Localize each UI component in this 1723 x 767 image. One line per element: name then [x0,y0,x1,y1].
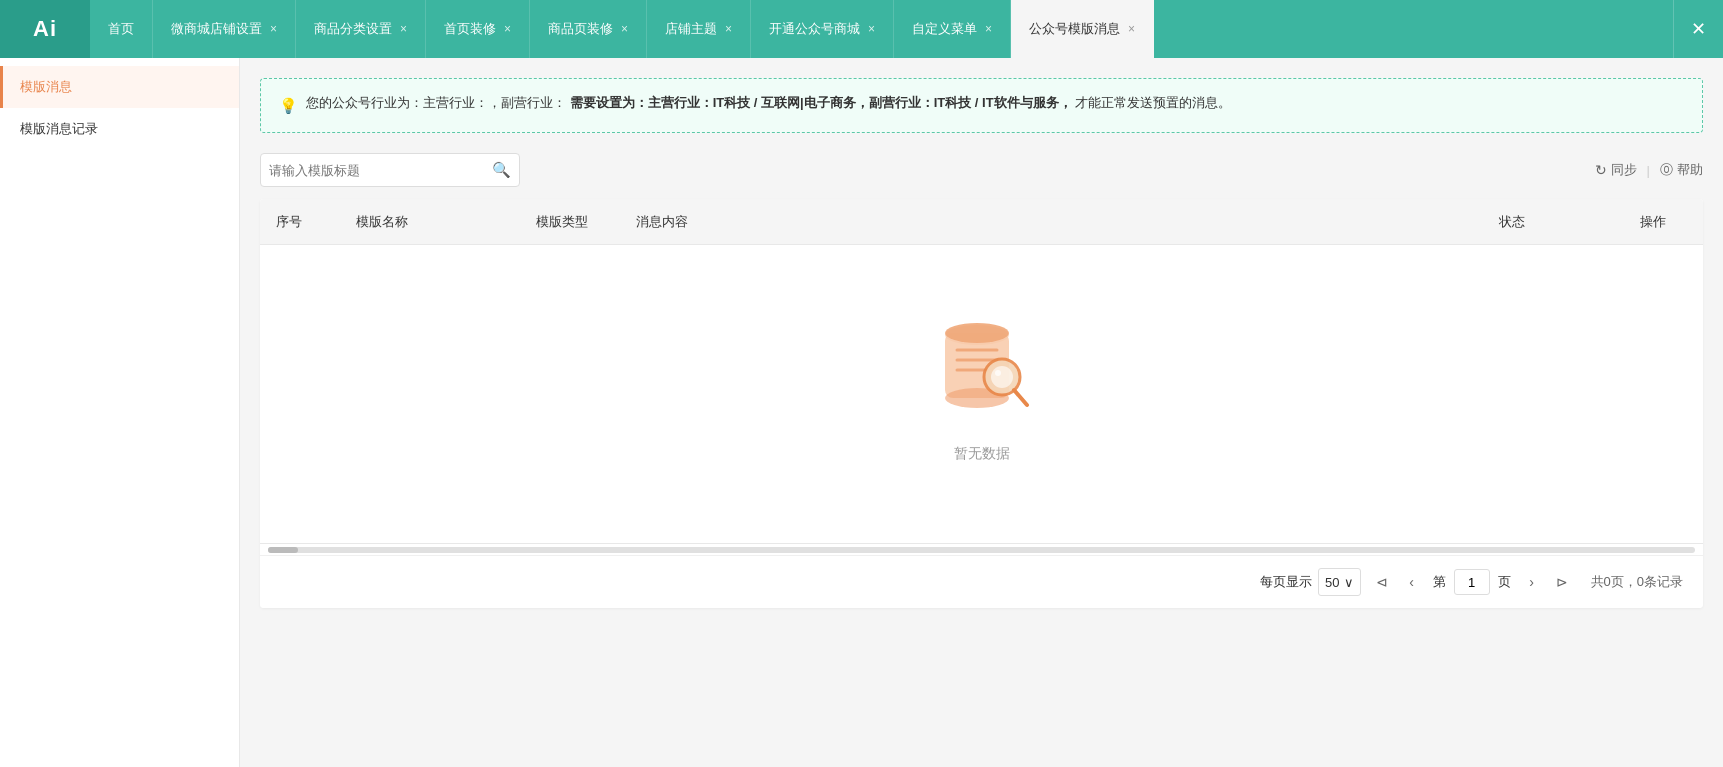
chevron-down-icon: ∨ [1344,575,1354,590]
sync-icon: ↻ [1595,162,1607,178]
close-tab-open-wechat[interactable]: × [868,23,875,35]
tab-product-decoration[interactable]: 商品页装修 × [530,0,647,58]
svg-point-10 [995,370,1001,376]
scrollbar-thumb[interactable] [268,547,298,553]
tab-template-message[interactable]: 公众号模版消息 × [1011,0,1154,58]
close-tab-product-decoration[interactable]: × [621,23,628,35]
table-header: 序号 模版名称 模版类型 消息内容 状态 操作 [260,199,1703,245]
page-total: 共0页，0条记录 [1591,573,1683,591]
help-button[interactable]: ⓪ 帮助 [1660,161,1703,179]
pagination: 每页显示 50 ∨ ⊲ ‹ 第 页 › ⊳ 共0页，0条记录 [260,555,1703,608]
question-icon: ⓪ [1660,161,1673,179]
close-tab-shop-settings[interactable]: × [270,23,277,35]
search-toolbar: 🔍 ↻ 同步 | ⓪ 帮助 [260,153,1703,187]
col-header-action: 操作 [1603,213,1703,231]
tab-open-wechat[interactable]: 开通公众号商城 × [751,0,894,58]
tab-custom-menu[interactable]: 自定义菜单 × [894,0,1011,58]
col-header-status: 状态 [1483,213,1603,231]
close-tab-store-theme[interactable]: × [725,23,732,35]
sidebar-item-template-msg[interactable]: 模版消息 [0,66,239,108]
top-nav: Ai 首页 微商城店铺设置 × 商品分类设置 × 首页装修 × 商品页装修 × … [0,0,1723,58]
tab-store-theme[interactable]: 店铺主题 × [647,0,751,58]
tab-category-settings[interactable]: 商品分类设置 × [296,0,426,58]
empty-state: 暂无数据 [260,245,1703,543]
lightbulb-icon: 💡 [279,94,298,118]
col-header-name: 模版名称 [340,213,520,231]
industry-alert: 💡 您的公众号行业为：主营行业：，副营行业： 需要设置为：主营行业：IT科技 /… [260,78,1703,133]
scrollbar-track[interactable] [268,547,1695,553]
tab-home-decoration[interactable]: 首页装修 × [426,0,530,58]
horizontal-scrollbar[interactable] [260,543,1703,555]
sidebar-item-template-msg-record[interactable]: 模版消息记录 [0,108,239,150]
col-header-no: 序号 [260,213,340,231]
sync-button[interactable]: ↻ 同步 [1595,161,1637,179]
page-size-select: 每页显示 50 ∨ [1260,568,1360,596]
alert-text: 您的公众号行业为：主营行业：，副营行业： 需要设置为：主营行业：IT科技 / 互… [306,93,1231,114]
nav-tabs: 首页 微商城店铺设置 × 商品分类设置 × 首页装修 × 商品页装修 × 店铺主… [90,0,1673,58]
template-table: 序号 模版名称 模版类型 消息内容 状态 操作 [260,199,1703,608]
col-header-type: 模版类型 [520,213,620,231]
close-all-tabs-button[interactable]: ✕ [1673,0,1723,58]
first-page-button[interactable]: ⊲ [1369,569,1395,595]
search-icon[interactable]: 🔍 [492,161,511,179]
svg-line-9 [1014,390,1027,405]
close-tab-template-message[interactable]: × [1128,23,1135,35]
toolbar-divider: | [1647,163,1650,178]
svg-point-8 [991,366,1013,388]
sidebar: 模版消息 模版消息记录 [0,58,240,767]
col-header-content: 消息内容 [620,213,1483,231]
empty-illustration [922,305,1042,425]
prev-page-button[interactable]: ‹ [1399,569,1425,595]
search-input-wrap: 🔍 [260,153,520,187]
search-input[interactable] [269,163,492,178]
page-size-dropdown[interactable]: 50 ∨ [1318,568,1360,596]
svg-point-3 [945,323,1009,343]
content-area: 💡 您的公众号行业为：主营行业：，副营行业： 需要设置为：主营行业：IT科技 /… [240,58,1723,767]
page-nav: ⊲ ‹ 第 页 › ⊳ [1369,569,1575,595]
main-layout: 模版消息 模版消息记录 💡 您的公众号行业为：主营行业：，副营行业： 需要设置为… [0,58,1723,767]
tab-shop-settings[interactable]: 微商城店铺设置 × [153,0,296,58]
empty-text: 暂无数据 [954,445,1010,463]
app-logo: Ai [0,0,90,58]
close-tab-category-settings[interactable]: × [400,23,407,35]
next-page-button[interactable]: › [1519,569,1545,595]
last-page-button[interactable]: ⊳ [1549,569,1575,595]
close-tab-custom-menu[interactable]: × [985,23,992,35]
page-number-input[interactable] [1454,569,1490,595]
tab-home[interactable]: 首页 [90,0,153,58]
close-tab-home-decoration[interactable]: × [504,23,511,35]
toolbar-right: ↻ 同步 | ⓪ 帮助 [1595,161,1703,179]
